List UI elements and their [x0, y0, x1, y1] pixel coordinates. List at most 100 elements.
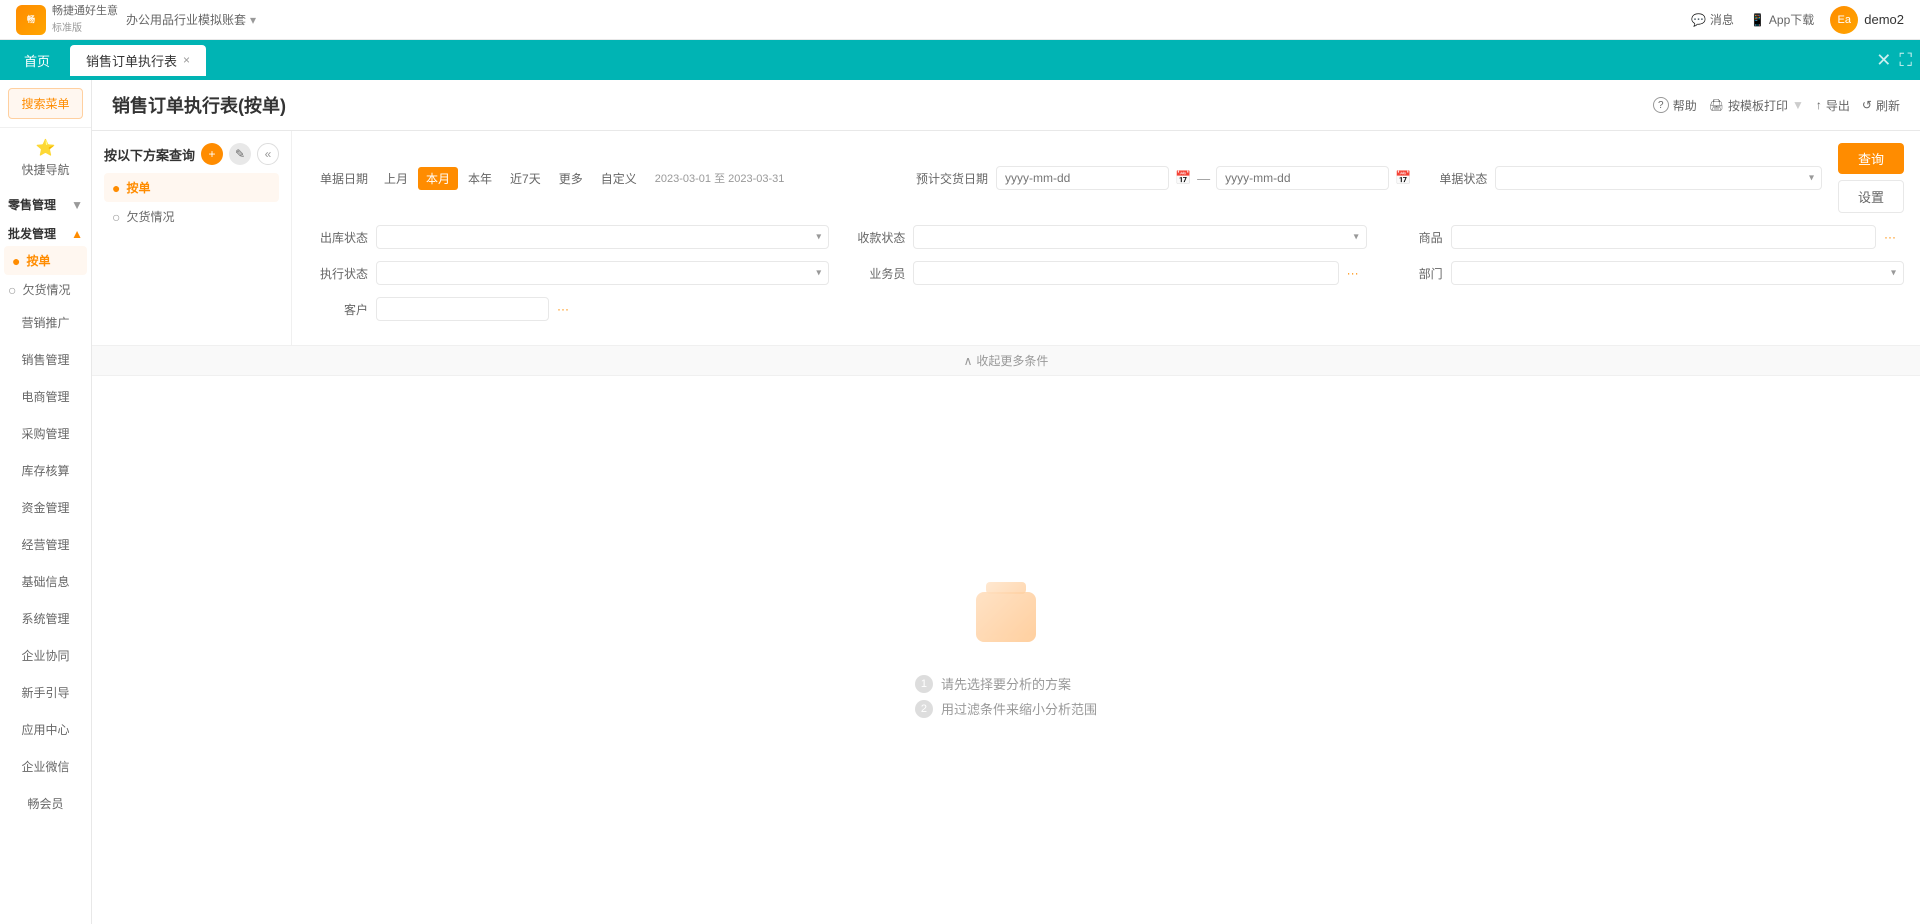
sidebar-item-operations[interactable]: 经营管理 [0, 526, 91, 563]
collapse-more-label: 收起更多条件 [976, 352, 1048, 369]
outbound-select[interactable] [376, 225, 829, 249]
date-btn-this-month[interactable]: 本月 [418, 167, 458, 190]
dept-label: 部门 [1383, 265, 1443, 282]
sidebar-item-system[interactable]: 系统管理 [0, 600, 91, 637]
filter-item-expected-date: 预计交货日期 📅 — 📅 [916, 166, 1411, 190]
filter-row-1: 单据日期 上月 本月 本年 近7天 更多 自定义 2023-03-01 至 20… [308, 143, 1904, 213]
purchase-label: 采购管理 [21, 425, 69, 442]
member-label: 畅会员 [27, 795, 63, 812]
message-label: 消息 [1710, 11, 1734, 28]
filter-fields-panel: 单据日期 上月 本月 本年 近7天 更多 自定义 2023-03-01 至 20… [292, 131, 1920, 345]
scheme-debt[interactable]: ○ 欠货情况 [104, 202, 279, 231]
sidebar-item-wholesale[interactable]: 批发管理 ▲ [0, 217, 91, 246]
refresh-button[interactable]: ↺ 刷新 [1862, 97, 1900, 114]
app-subtitle: 标准版 [52, 19, 118, 34]
sidebar-item-wechat[interactable]: 企业微信 [0, 748, 91, 785]
breadcrumb-arrow[interactable]: ▾ [250, 13, 256, 27]
sidebar-item-ecommerce[interactable]: 电商管理 [0, 378, 91, 415]
sidebar-item-marketing[interactable]: 营销推广 [0, 304, 91, 341]
goods-input[interactable] [1451, 225, 1876, 249]
date-from-icon[interactable]: 📅 [1175, 170, 1191, 186]
user-area[interactable]: Ea demo2 [1830, 6, 1904, 34]
date-btn-custom[interactable]: 自定义 [593, 167, 645, 190]
sidebar-item-enterprise[interactable]: 企业协同 [0, 637, 91, 674]
wechat-label: 企业微信 [21, 758, 69, 775]
sidebar-item-member[interactable]: 畅会员 [0, 785, 91, 822]
edit-scheme-button[interactable]: ✎ [229, 143, 251, 165]
date-btn-last7[interactable]: 近7天 [502, 167, 549, 190]
user-name: demo2 [1864, 12, 1904, 27]
sidebar-item-basic[interactable]: 基础信息 [0, 563, 91, 600]
message-button[interactable]: 💬 消息 [1691, 11, 1734, 28]
expected-date-to[interactable] [1216, 166, 1389, 190]
retail-label: 零售管理 [8, 196, 56, 213]
filter-item-dept: 部门 ▾ [1383, 261, 1904, 285]
expected-date-from[interactable] [996, 166, 1169, 190]
expected-date-control: 📅 — 📅 [996, 166, 1411, 190]
sidebar-item-newbie[interactable]: 新手引导 [0, 674, 91, 711]
template-print-button[interactable]: 🖨 按模板打印 ▼ [1709, 97, 1804, 114]
filter-actions: 查询 设置 [1838, 143, 1904, 213]
empty-state: 1 请先选择要分析的方案 2 用过滤条件来缩小分析范围 [92, 376, 1920, 924]
date-btn-last-month[interactable]: 上月 [376, 167, 416, 190]
step-1-text: 请先选择要分析的方案 [941, 674, 1071, 693]
dept-select[interactable] [1451, 261, 1904, 285]
sidebar-sub-press-order[interactable]: ● 按单 [4, 246, 87, 275]
sidebar-item-purchase[interactable]: 采购管理 [0, 415, 91, 452]
search-button[interactable]: 查询 [1838, 143, 1904, 174]
filter-item-salesperson: 业务员 ··· [845, 261, 1366, 285]
tab-close-button[interactable]: × [183, 53, 190, 67]
status-select[interactable] [1495, 166, 1822, 190]
date-btn-this-year[interactable]: 本年 [460, 167, 500, 190]
date-label: 单据日期 [308, 170, 368, 187]
export-button[interactable]: ↑ 导出 [1816, 97, 1850, 114]
scheme-press-order[interactable]: ● 按单 [104, 173, 279, 202]
date-btn-more[interactable]: 更多 [551, 167, 591, 190]
sidebar-item-apps[interactable]: 应用中心 [0, 711, 91, 748]
outbound-select-wrapper: ▾ [376, 225, 829, 249]
print-dropdown-icon: ▼ [1792, 98, 1804, 112]
exec-select-wrapper: ▾ [376, 261, 829, 285]
window-close-button[interactable]: ✕ [1876, 50, 1891, 71]
window-expand-button[interactable]: ⛶ [1899, 50, 1912, 71]
filter-item-date: 单据日期 上月 本月 本年 近7天 更多 自定义 2023-03-01 至 20… [308, 167, 900, 190]
receipt-select[interactable] [913, 225, 1366, 249]
add-scheme-button[interactable]: + [201, 143, 223, 165]
goods-more-button[interactable]: ··· [1876, 226, 1904, 248]
sidebar-item-finance[interactable]: 资金管理 [0, 489, 91, 526]
user-avatar[interactable]: Ea [1830, 6, 1858, 34]
customer-more-button[interactable]: ··· [549, 298, 577, 320]
date-to-icon[interactable]: 📅 [1395, 170, 1411, 186]
scheme-debt-label: 欠货情况 [126, 208, 174, 225]
tab-active[interactable]: 销售订单执行表 × [70, 45, 206, 76]
press-order-icon: ● [12, 253, 20, 269]
collapse-more-bar[interactable]: ∧ 收起更多条件 [92, 345, 1920, 376]
filter-row-3: 执行状态 ▾ 业务员 [308, 261, 1904, 285]
exec-select[interactable] [376, 261, 829, 285]
page-header: 销售订单执行表(按单) ? 帮助 🖨 按模板打印 ▼ ↑ 导出 ↺ 刷新 [92, 80, 1920, 131]
customer-input[interactable] [376, 297, 549, 321]
salesperson-more-button[interactable]: ··· [1339, 262, 1367, 284]
sidebar-item-inventory[interactable]: 库存核算 [0, 452, 91, 489]
retail-arrow: ▼ [71, 198, 83, 212]
sidebar-sub-debt[interactable]: ○ 欠货情况 [0, 275, 91, 304]
collapse-scheme-button[interactable]: « [257, 143, 279, 165]
sidebar-item-sales[interactable]: 销售管理 [0, 341, 91, 378]
help-button[interactable]: ? 帮助 [1653, 97, 1697, 114]
sidebar-search-area: 搜索菜单 [0, 80, 91, 128]
goods-label: 商品 [1383, 229, 1443, 246]
app-download-button[interactable]: 📱 App下载 [1750, 11, 1814, 28]
sidebar-item-quick-nav[interactable]: ⭐ 快捷导航 [0, 128, 91, 188]
exec-control: ▾ [376, 261, 829, 285]
sidebar-search-button[interactable]: 搜索菜单 [8, 88, 83, 119]
goods-control: ··· [1451, 225, 1904, 249]
quick-nav-label: 快捷导航 [21, 161, 69, 178]
settings-button[interactable]: 设置 [1838, 180, 1904, 213]
filter-row-2: 出库状态 ▾ 收款状态 [308, 225, 1904, 249]
salesperson-input[interactable] [913, 261, 1338, 285]
filter-schemes-header: 按以下方案查询 + ✎ « [104, 143, 279, 165]
apps-label: 应用中心 [21, 721, 69, 738]
sidebar-item-retail[interactable]: 零售管理 ▼ [0, 188, 91, 217]
tab-home[interactable]: 首页 [8, 45, 66, 76]
print-icon: 🖨 [1709, 98, 1724, 112]
